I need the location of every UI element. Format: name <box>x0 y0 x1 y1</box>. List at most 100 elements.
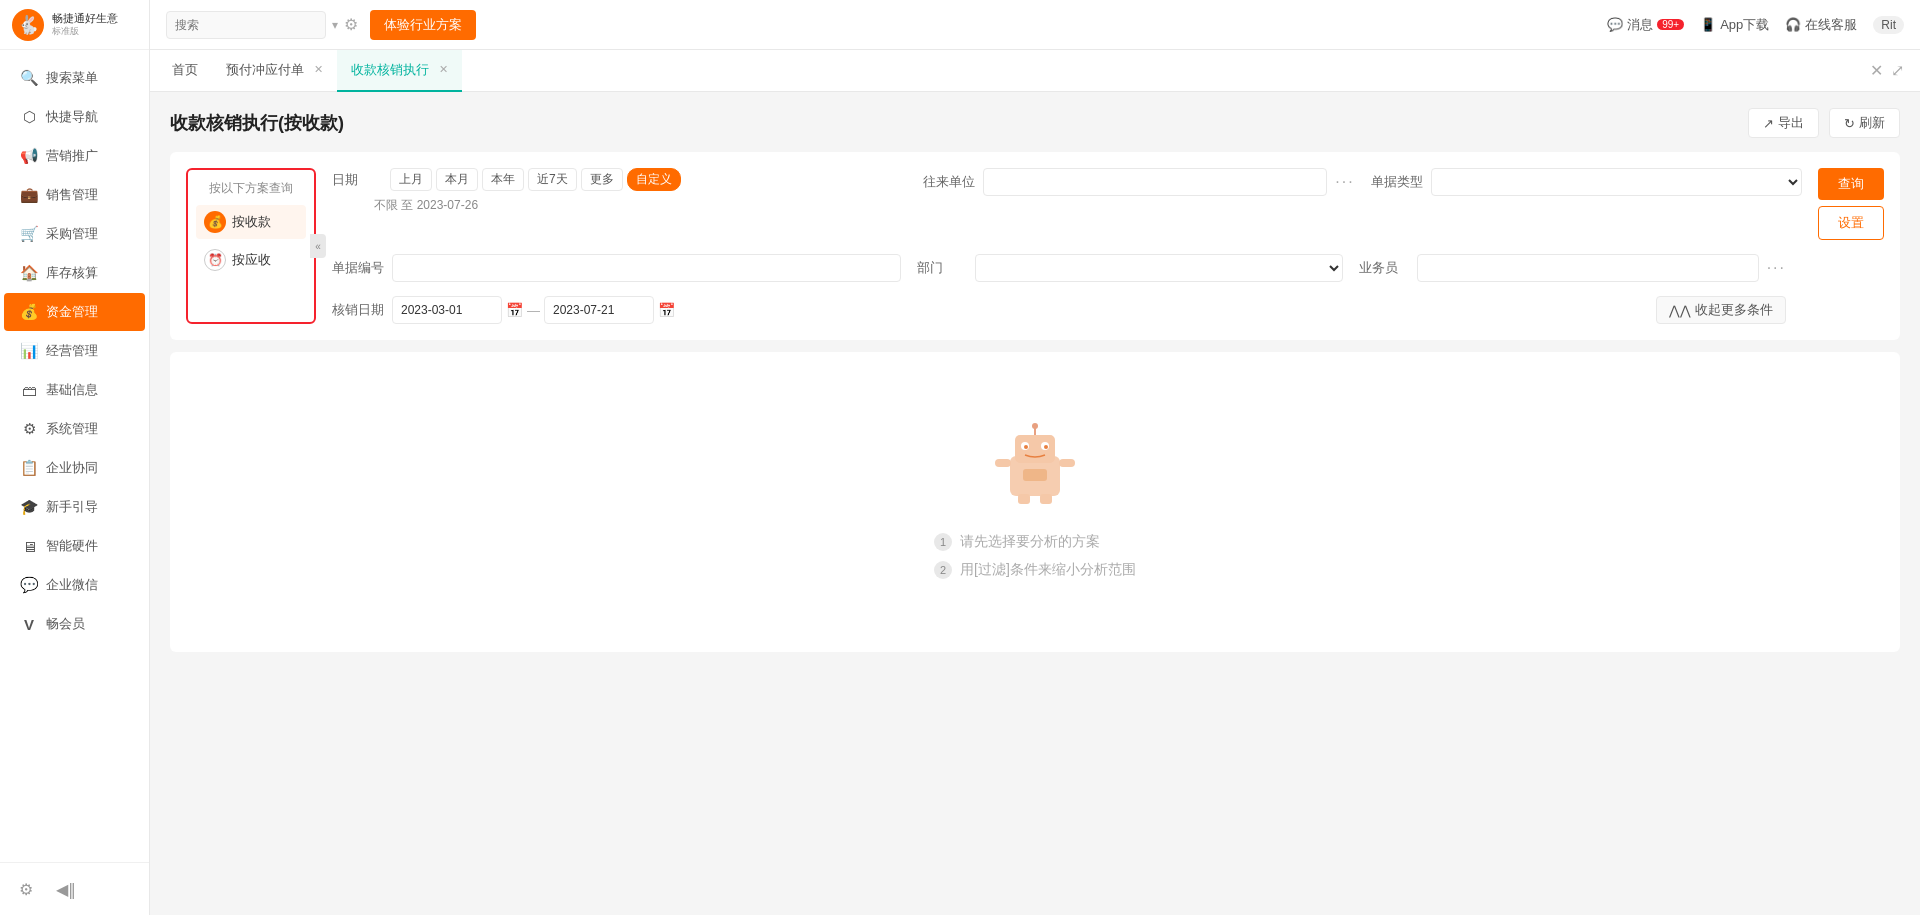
collapse-more-area: ⋀⋀ 收起更多条件 <box>1307 296 1786 324</box>
verify-date-label: 核销日期 <box>332 301 384 319</box>
tab-prepay[interactable]: 预付冲应付单 ✕ <box>212 50 337 92</box>
sidebar-item-operations[interactable]: 📊 经营管理 <box>4 332 145 370</box>
date-nolimit-row: 不限 至 2023-07-26 <box>332 197 907 214</box>
sidebar-item-sales[interactable]: 💼 销售管理 <box>4 176 145 214</box>
filter-scheme-panel: 按以下方案查询 💰 按收款 ⏰ 按应收 « <box>186 168 316 324</box>
verify-date-start-input[interactable] <box>392 296 502 324</box>
filter-by-receivable[interactable]: ⏰ 按应收 <box>196 243 306 277</box>
app-name: 畅捷通好生意 <box>52 11 118 25</box>
dept-select[interactable] <box>975 254 1344 282</box>
verify-date-end-input[interactable] <box>544 296 654 324</box>
date-btn-custom[interactable]: 自定义 <box>627 168 681 191</box>
sidebar-item-label: 销售管理 <box>46 186 98 204</box>
verify-date-range: 📅 — 📅 <box>392 296 675 324</box>
doc-type-label: 单据类型 <box>1371 173 1423 191</box>
date-label: 日期 <box>332 171 382 189</box>
sidebar-item-label: 营销推广 <box>46 147 98 165</box>
guide-icon: 🎓 <box>20 498 38 516</box>
staff-label: 业务员 <box>1359 259 1409 277</box>
header-gear-icon[interactable]: ⚙ <box>344 15 358 34</box>
app-download-label: App下载 <box>1720 16 1769 34</box>
date-btn-this-month[interactable]: 本月 <box>436 168 478 191</box>
sidebar-item-label: 搜索菜单 <box>46 69 98 87</box>
sidebar-item-label: 资金管理 <box>46 303 98 321</box>
settings-button[interactable]: 设置 <box>1818 206 1884 240</box>
staff-filter: 业务员 ··· <box>1359 254 1786 282</box>
page-actions: ↗ 导出 ↻ 刷新 <box>1748 108 1900 138</box>
verify-date-start-cal-icon[interactable]: 📅 <box>506 302 523 318</box>
online-service-btn[interactable]: 🎧 在线客服 <box>1785 16 1857 34</box>
doc-type-filter: 单据类型 <box>1371 168 1802 196</box>
page-title-row: 收款核销执行(按收款) ↗ 导出 ↻ 刷新 <box>170 108 1900 138</box>
sidebar-item-wechat[interactable]: 💬 企业微信 <box>4 566 145 604</box>
tab-collection-close[interactable]: ✕ <box>439 63 448 76</box>
sidebar-item-label: 经营管理 <box>46 342 98 360</box>
sidebar-item-collab[interactable]: 📋 企业协同 <box>4 449 145 487</box>
dept-label: 部门 <box>917 259 967 277</box>
doc-no-input[interactable] <box>392 254 901 282</box>
sidebar-item-search[interactable]: 🔍 搜索菜单 <box>4 59 145 97</box>
sidebar-item-inventory[interactable]: 🏠 库存核算 <box>4 254 145 292</box>
date-btn-7days[interactable]: 近7天 <box>528 168 577 191</box>
collapse-left-btn[interactable]: « <box>310 234 326 258</box>
refresh-label: 刷新 <box>1859 114 1885 132</box>
sidebar-item-label: 库存核算 <box>46 264 98 282</box>
sidebar-nav: 🔍 搜索菜单 ⬡ 快捷导航 📢 营销推广 💼 销售管理 🛒 采购管理 🏠 库存核… <box>0 50 149 862</box>
settings-bottom-btn[interactable]: ⚙ <box>10 873 42 905</box>
tab-prepay-close[interactable]: ✕ <box>314 63 323 76</box>
collab-icon: 📋 <box>20 459 38 477</box>
date-btn-last-month[interactable]: 上月 <box>390 168 432 191</box>
app-download-icon: 📱 <box>1700 17 1716 32</box>
header-search-input[interactable] <box>166 11 326 39</box>
counterpart-more-btn[interactable]: ··· <box>1335 173 1354 191</box>
message-btn[interactable]: 💬 消息 99+ <box>1607 16 1684 34</box>
sidebar-item-finance[interactable]: 💰 资金管理 <box>4 293 145 331</box>
svg-rect-10 <box>1018 494 1030 504</box>
filter-by-collection[interactable]: 💰 按收款 <box>196 205 306 239</box>
verify-date-end-cal-icon[interactable]: 📅 <box>658 302 675 318</box>
sidebar-item-guide[interactable]: 🎓 新手引导 <box>4 488 145 526</box>
app-badge: 标准版 <box>52 25 118 38</box>
svg-point-7 <box>1032 423 1038 429</box>
refresh-icon: ↻ <box>1844 116 1855 131</box>
app-logo: 🐇 畅捷通好生意 标准版 <box>0 0 149 50</box>
doc-no-label: 单据编号 <box>332 259 384 277</box>
sidebar-item-hardware[interactable]: 🖥 智能硬件 <box>4 527 145 565</box>
date-row: 日期 上月 本月 本年 近7天 更多 自定义 <box>332 168 907 191</box>
top-header: ▾ ⚙ 体验行业方案 💬 消息 99+ 📱 App下载 🎧 在线客服 Rit <box>150 0 1920 50</box>
industry-solution-button[interactable]: 体验行业方案 <box>370 10 476 40</box>
header-search-chevron[interactable]: ▾ <box>332 18 338 32</box>
tab-expand-icon[interactable]: ⤢ <box>1891 61 1904 80</box>
refresh-button[interactable]: ↻ 刷新 <box>1829 108 1900 138</box>
query-button[interactable]: 查询 <box>1818 168 1884 200</box>
tab-home[interactable]: 首页 <box>158 50 212 92</box>
collection-scheme-icon: 💰 <box>204 211 226 233</box>
sidebar-item-member[interactable]: V 畅会员 <box>4 605 145 643</box>
staff-more-btn[interactable]: ··· <box>1767 259 1786 277</box>
sidebar-item-label: 快捷导航 <box>46 108 98 126</box>
sidebar-item-basic-info[interactable]: 🗃 基础信息 <box>4 371 145 409</box>
online-service-label: 在线客服 <box>1805 16 1857 34</box>
collapse-more-button[interactable]: ⋀⋀ 收起更多条件 <box>1656 296 1786 324</box>
sidebar-item-system[interactable]: ⚙ 系统管理 <box>4 410 145 448</box>
tab-collection[interactable]: 收款核销执行 ✕ <box>337 50 462 92</box>
doc-type-select[interactable] <box>1431 168 1802 196</box>
message-badge: 99+ <box>1657 19 1684 30</box>
tab-bar: 首页 预付冲应付单 ✕ 收款核销执行 ✕ ✕ ⤢ <box>150 50 1920 92</box>
sidebar-item-marketing[interactable]: 📢 营销推广 <box>4 137 145 175</box>
collapse-sidebar-btn[interactable]: ◀‖ <box>50 873 82 905</box>
date-nolimit-text: 不限 至 2023-07-26 <box>374 197 478 214</box>
tab-close-all-icon[interactable]: ✕ <box>1870 61 1883 80</box>
app-download-btn[interactable]: 📱 App下载 <box>1700 16 1769 34</box>
sidebar-item-shortcut[interactable]: ⬡ 快捷导航 <box>4 98 145 136</box>
sales-icon: 💼 <box>20 186 38 204</box>
sidebar-item-purchase[interactable]: 🛒 采购管理 <box>4 215 145 253</box>
date-btn-more[interactable]: 更多 <box>581 168 623 191</box>
date-btn-this-year[interactable]: 本年 <box>482 168 524 191</box>
export-button[interactable]: ↗ 导出 <box>1748 108 1819 138</box>
staff-input[interactable] <box>1417 254 1758 282</box>
purchase-icon: 🛒 <box>20 225 38 243</box>
filter-panel: 按以下方案查询 💰 按收款 ⏰ 按应收 « 日期 <box>170 152 1900 340</box>
counterpart-input[interactable] <box>983 168 1327 196</box>
message-icon: 💬 <box>1607 17 1623 32</box>
